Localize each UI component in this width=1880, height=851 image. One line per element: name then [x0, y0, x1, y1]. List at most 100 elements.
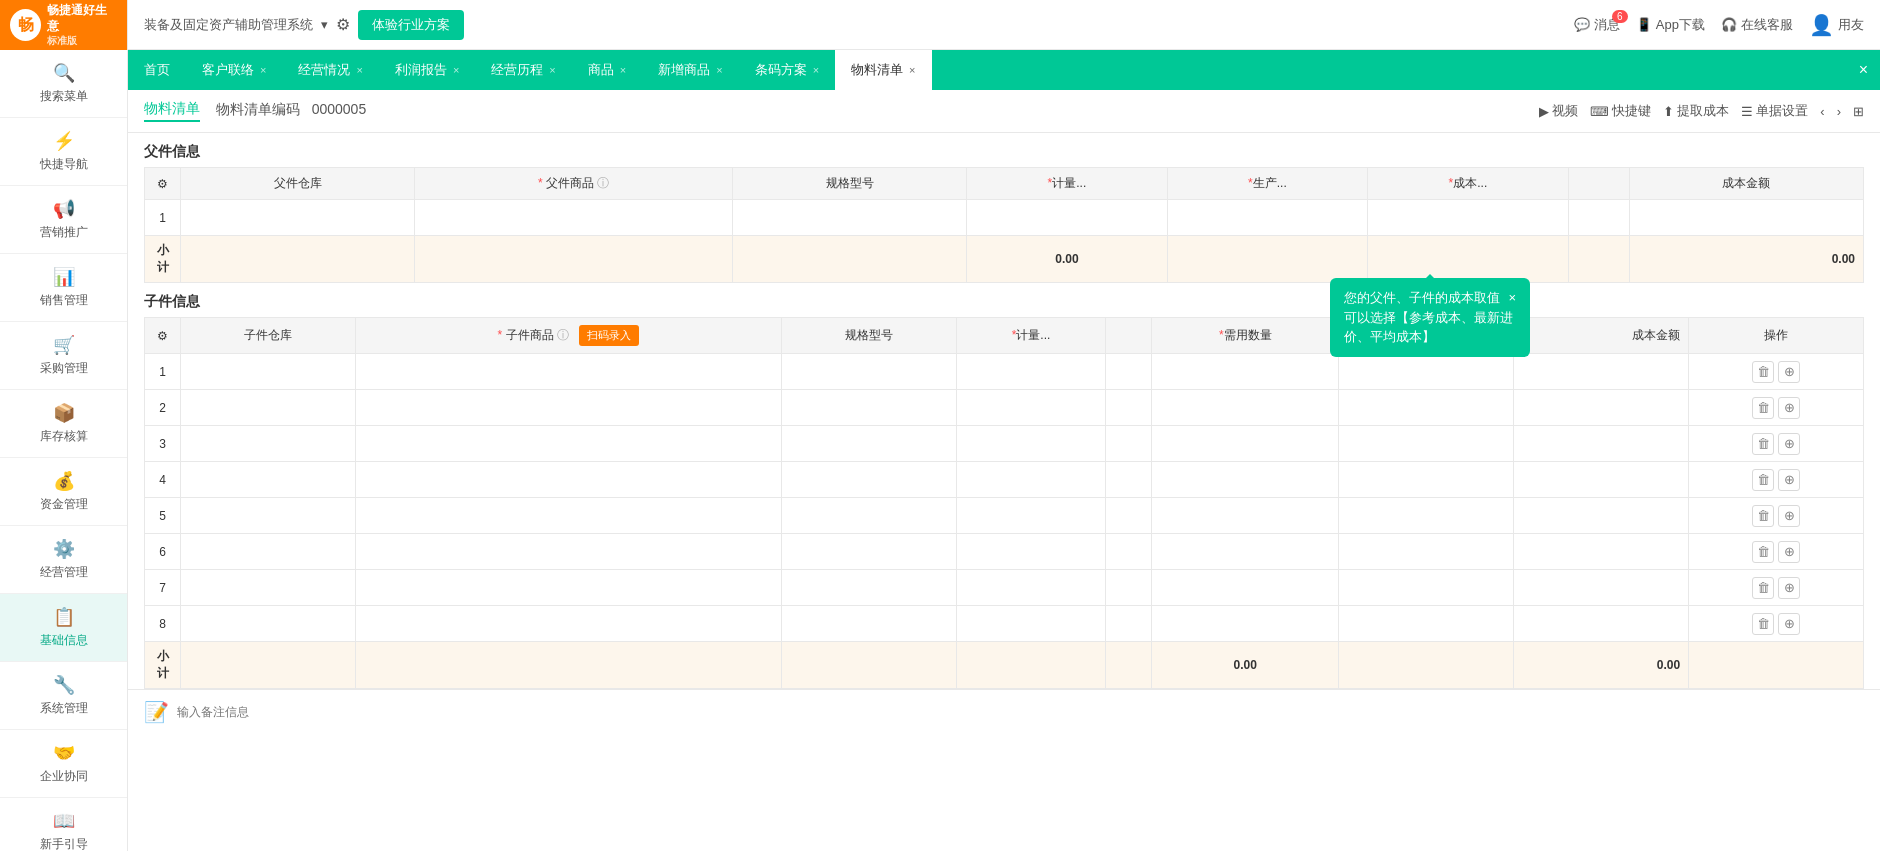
copy-icon-2[interactable]: ⊕: [1778, 397, 1800, 419]
user-avatar-btn[interactable]: 👤 用友: [1809, 13, 1864, 37]
child-warehouse-3[interactable]: [181, 426, 356, 462]
view-action[interactable]: ▶ 视频: [1539, 102, 1578, 120]
delete-icon-2[interactable]: 🗑: [1752, 397, 1774, 419]
child-info-icon[interactable]: ⓘ: [557, 328, 569, 342]
tab-new-product[interactable]: 新增商品 ×: [642, 50, 738, 90]
child-row-4: 4 🗑 ⊕: [145, 462, 1864, 498]
doc-code: 0000005: [312, 101, 367, 117]
sidebar-item-operations[interactable]: ⚙️ 经营管理: [0, 526, 127, 594]
th-child-settings[interactable]: ⚙: [145, 318, 181, 354]
online-service-btn[interactable]: 🎧 在线客服: [1721, 16, 1793, 34]
page-tab-bom[interactable]: 物料清单: [144, 100, 200, 122]
th-parent-cost-amount: 成本金额: [1629, 168, 1863, 200]
parent-cost-1[interactable]: [1368, 200, 1569, 236]
child-spec-1[interactable]: [781, 354, 956, 390]
tab-barcode[interactable]: 条码方案 ×: [739, 50, 835, 90]
note-input[interactable]: [177, 705, 1864, 719]
delete-icon-8[interactable]: 🗑: [1752, 613, 1774, 635]
tab-bom[interactable]: 物料清单 ×: [835, 50, 931, 90]
close-tab-product[interactable]: ×: [620, 64, 626, 76]
child-subtotal-need-qty: 0.00: [1152, 642, 1339, 689]
delete-icon-4[interactable]: 🗑: [1752, 469, 1774, 491]
try-button[interactable]: 体验行业方案: [358, 10, 464, 40]
sidebar-item-collab[interactable]: 🤝 企业协同: [0, 730, 127, 798]
app-download-btn[interactable]: 📱 App下载: [1636, 16, 1705, 34]
note-icon[interactable]: 📝: [144, 700, 169, 724]
content-body: × 您的父件、子件的成本取值可以选择【参考成本、最新进价、平均成本】 父件信息 …: [128, 133, 1880, 734]
parent-production-1[interactable]: [1167, 200, 1368, 236]
close-tab-new-product[interactable]: ×: [716, 64, 722, 76]
message-btn[interactable]: 💬 消息 6: [1574, 16, 1620, 34]
copy-icon-7[interactable]: ⊕: [1778, 577, 1800, 599]
tab-customer[interactable]: 客户联络 ×: [186, 50, 282, 90]
copy-icon-8[interactable]: ⊕: [1778, 613, 1800, 635]
close-tab-history[interactable]: ×: [549, 64, 555, 76]
child-spec-2[interactable]: [781, 390, 956, 426]
delete-icon-6[interactable]: 🗑: [1752, 541, 1774, 563]
close-tab-barcode[interactable]: ×: [813, 64, 819, 76]
tab-history[interactable]: 经营历程 ×: [475, 50, 571, 90]
settings-gear-icon[interactable]: ⚙: [336, 15, 350, 34]
child-spec-3[interactable]: [781, 426, 956, 462]
parent-warehouse-1[interactable]: [181, 200, 415, 236]
child-quantity-3[interactable]: [956, 426, 1106, 462]
shortcut-action[interactable]: ⌨ 快捷键: [1590, 102, 1651, 120]
delete-icon-7[interactable]: 🗑: [1752, 577, 1774, 599]
sidebar-item-search[interactable]: 🔍 搜索菜单: [0, 50, 127, 118]
tab-profit[interactable]: 利润报告 ×: [379, 50, 475, 90]
child-product-3[interactable]: [355, 426, 781, 462]
parent-spec-1[interactable]: [733, 200, 967, 236]
child-warehouse-2[interactable]: [181, 390, 356, 426]
child-row-3: 3 🗑 ⊕: [145, 426, 1864, 462]
th-parent-quantity: *计量...: [967, 168, 1168, 200]
child-quantity-1[interactable]: [956, 354, 1106, 390]
delete-icon-3[interactable]: 🗑: [1752, 433, 1774, 455]
th-parent-warehouse: 父件仓库: [181, 168, 415, 200]
close-tab-profit[interactable]: ×: [453, 64, 459, 76]
tab-operations[interactable]: 经营情况 ×: [282, 50, 378, 90]
scan-btn[interactable]: 扫码录入: [579, 325, 639, 346]
sidebar-item-guide[interactable]: 📖 新手引导: [0, 798, 127, 851]
sidebar-item-system[interactable]: 🔧 系统管理: [0, 662, 127, 730]
sidebar-item-basic-info[interactable]: 📋 基础信息: [0, 594, 127, 662]
copy-icon-4[interactable]: ⊕: [1778, 469, 1800, 491]
child-product-1[interactable]: [355, 354, 781, 390]
sidebar-item-purchase[interactable]: 🛒 采购管理: [0, 322, 127, 390]
close-all-tabs[interactable]: ×: [1847, 61, 1880, 79]
child-warehouse-1[interactable]: [181, 354, 356, 390]
tab-home[interactable]: 首页: [128, 50, 186, 90]
child-product-2[interactable]: [355, 390, 781, 426]
close-tab-operations[interactable]: ×: [356, 64, 362, 76]
child-quantity-2[interactable]: [956, 390, 1106, 426]
close-tab-customer[interactable]: ×: [260, 64, 266, 76]
tab-product[interactable]: 商品 ×: [572, 50, 642, 90]
child-need-qty-3[interactable]: [1152, 426, 1339, 462]
parent-quantity-1[interactable]: [967, 200, 1168, 236]
delete-icon-5[interactable]: 🗑: [1752, 505, 1774, 527]
tooltip-close-btn[interactable]: ×: [1508, 288, 1516, 308]
sidebar-item-inventory[interactable]: 📦 库存核算: [0, 390, 127, 458]
copy-icon-5[interactable]: ⊕: [1778, 505, 1800, 527]
child-need-qty-1[interactable]: [1152, 354, 1339, 390]
copy-icon-1[interactable]: ⊕: [1778, 361, 1800, 383]
th-parent-settings[interactable]: ⚙: [145, 168, 181, 200]
expand-icon[interactable]: ⊞: [1853, 104, 1864, 119]
close-tab-bom[interactable]: ×: [909, 64, 915, 76]
sidebar-item-marketing[interactable]: 📢 营销推广: [0, 186, 127, 254]
th-child-need-qty: *需用数量: [1152, 318, 1339, 354]
single-settings-action[interactable]: ☰ 单据设置: [1741, 102, 1808, 120]
sidebar-item-finance[interactable]: 💰 资金管理: [0, 458, 127, 526]
delete-icon-1[interactable]: 🗑: [1752, 361, 1774, 383]
sidebar-item-quick-nav[interactable]: ⚡ 快捷导航: [0, 118, 127, 186]
copy-icon-3[interactable]: ⊕: [1778, 433, 1800, 455]
info-icon[interactable]: ⓘ: [597, 176, 609, 190]
nav-prev[interactable]: ‹: [1820, 104, 1824, 119]
dropdown-arrow[interactable]: ▾: [321, 17, 328, 32]
child-need-qty-2[interactable]: [1152, 390, 1339, 426]
extract-cost-action[interactable]: ⬆ 提取成本: [1663, 102, 1729, 120]
child-section: 子件信息 ⚙ 子件仓库 * 子件商品 ⓘ 扫码录入: [128, 283, 1880, 689]
nav-next[interactable]: ›: [1837, 104, 1841, 119]
parent-product-1[interactable]: [415, 200, 733, 236]
sidebar-item-sales[interactable]: 📊 销售管理: [0, 254, 127, 322]
copy-icon-6[interactable]: ⊕: [1778, 541, 1800, 563]
